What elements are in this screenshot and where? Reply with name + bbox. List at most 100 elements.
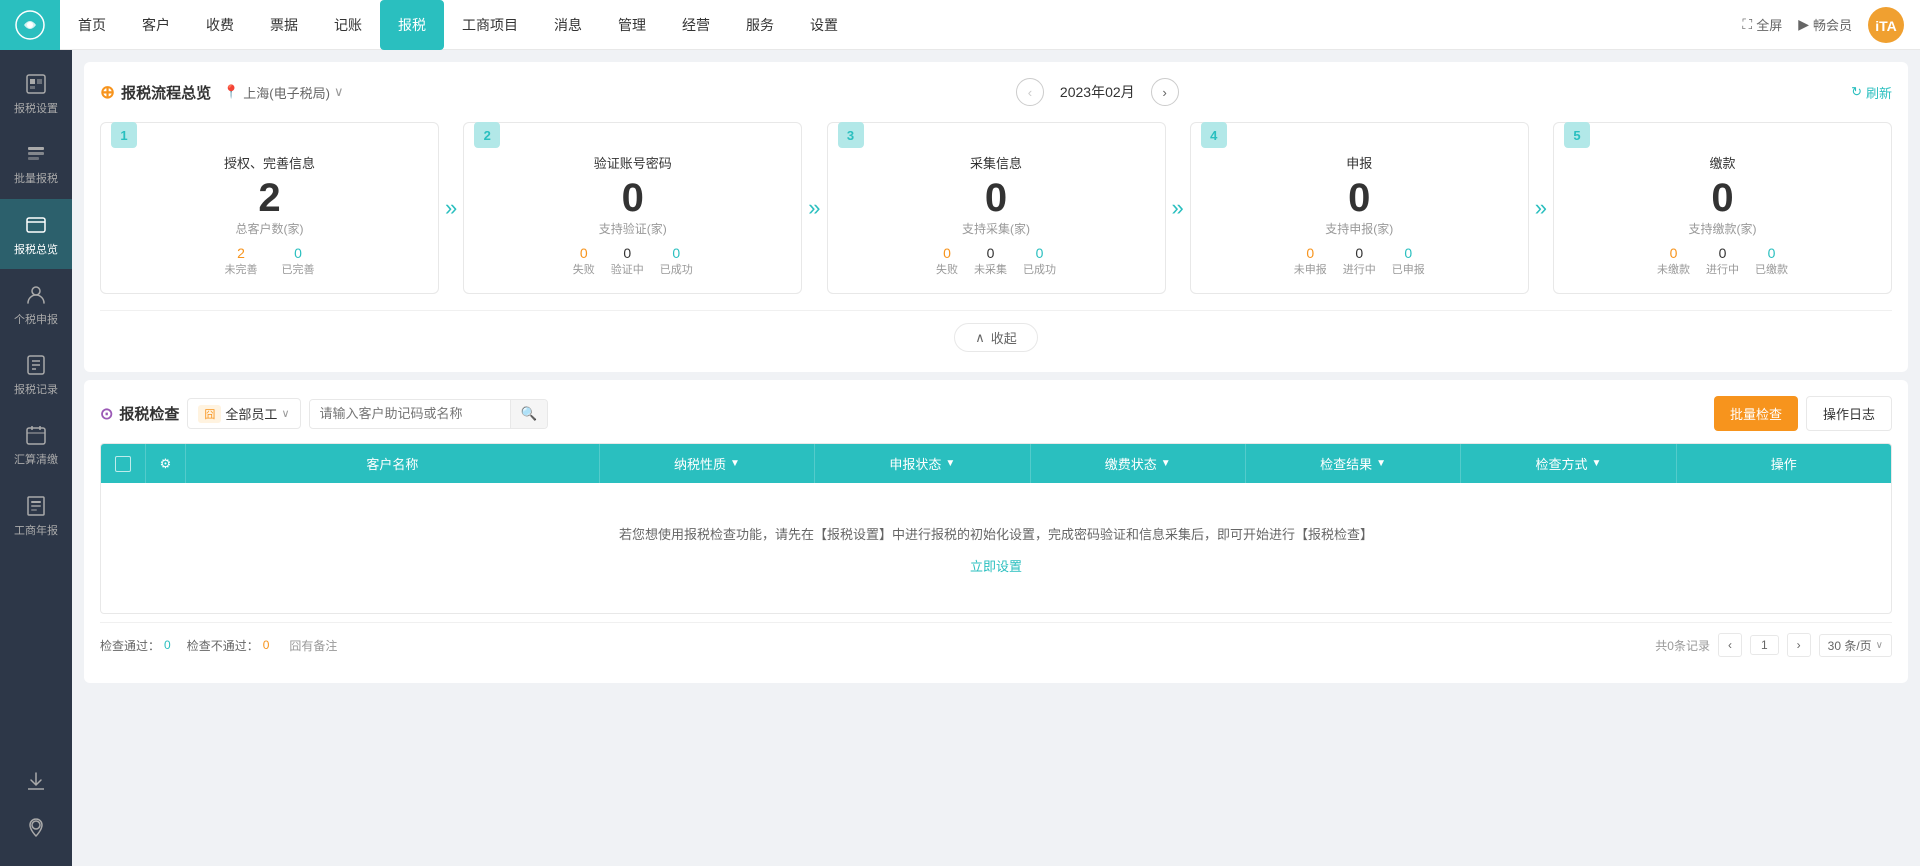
stat-2-1: 0 失败 (573, 245, 595, 277)
chevron-down-icon: ∨ (334, 84, 344, 100)
step-total-3: 支持采集(家) (840, 220, 1153, 237)
stat-label-2-2: 验证中 (611, 261, 644, 277)
nav-item-home[interactable]: 首页 (60, 0, 124, 50)
logo-icon (14, 9, 46, 41)
header-checkbox[interactable] (115, 456, 131, 472)
filter-icon-method[interactable]: ▼ (1591, 458, 1601, 469)
nav-item-commerce[interactable]: 工商项目 (444, 0, 536, 50)
stat-5-1: 0 未缴款 (1657, 245, 1690, 277)
next-page-btn[interactable]: › (1787, 633, 1811, 657)
stat-label-4-3: 已申报 (1392, 261, 1425, 277)
staff-filter[interactable]: 囧 全部员工 ∨ (187, 398, 300, 429)
filter-icon-declare[interactable]: ▼ (945, 458, 955, 469)
sidebar-item-annual-settle[interactable]: 汇算清缴 (0, 409, 72, 479)
nav-item-invoice[interactable]: 票据 (252, 0, 316, 50)
stat-4-3: 0 已申报 (1392, 245, 1425, 277)
sidebar-item-batch-tax[interactable]: 批量报税 (0, 128, 72, 198)
th-checkbox (101, 444, 145, 483)
prev-month-btn[interactable]: ‹ (1016, 78, 1044, 106)
batch-check-btn[interactable]: 批量检查 (1714, 396, 1798, 431)
table-container: ⚙ 客户名称 纳税性质 ▼ 申报状态 ▼ 缴费状态 ▼ (100, 443, 1892, 614)
step-arrow-2: » (802, 122, 826, 294)
nav-item-customer[interactable]: 客户 (124, 0, 188, 50)
content-area: ⊕ 报税流程总览 📍 上海(电子税局) ∨ ‹ 2023年02月 › ↻ 刷新 (72, 50, 1920, 866)
sidebar-item-tax-settings[interactable]: 报税设置 (0, 58, 72, 128)
step-count-3: 0 (840, 176, 1153, 220)
step-card-1: 1 授权、完善信息 2 总客户数(家) 2 未完善 0 已完善 (100, 122, 439, 294)
sidebar-label-batch-tax: 批量报税 (14, 172, 58, 186)
stat-num-4-3: 0 (1392, 245, 1425, 261)
nav-item-message[interactable]: 消息 (536, 0, 600, 50)
collapse-btn[interactable]: ∧ 收起 (954, 323, 1038, 352)
check-pass-count[interactable]: 0 (164, 638, 171, 652)
nav-item-service[interactable]: 服务 (728, 0, 792, 50)
step-stats-3: 0 失败 0 未采集 0 已成功 (840, 245, 1153, 277)
step-arrow-3: » (1166, 122, 1190, 294)
stat-label-2-3: 已成功 (660, 261, 693, 277)
step-count-1: 2 (113, 176, 426, 220)
process-overview-card: ⊕ 报税流程总览 📍 上海(电子税局) ∨ ‹ 2023年02月 › ↻ 刷新 (84, 62, 1908, 372)
empty-link-setup[interactable]: 立即设置 (970, 556, 1022, 575)
step-card-2: 2 验证账号密码 0 支持验证(家) 0 失败 0 验证中 (463, 122, 802, 294)
per-page-select[interactable]: 30 条/页 ∨ (1819, 634, 1892, 657)
collapse-label: 收起 (991, 328, 1017, 347)
fullscreen-icon: ⛶ (1742, 16, 1752, 33)
sidebar-item-tax-record[interactable]: 报税记录 (0, 339, 72, 409)
batch-tax-icon (22, 140, 50, 168)
step-num-4: 4 (1201, 122, 1227, 148)
stat-label-4-1: 未申报 (1294, 261, 1327, 277)
staff-tag: 囧 (198, 405, 221, 423)
th-customer-name: 客户名称 (185, 444, 599, 483)
main-layout: 报税设置 批量报税 报税总览 个税申报 报税记录 (0, 50, 1920, 866)
stat-num-5-2: 0 (1706, 245, 1739, 261)
filter-icon-result[interactable]: ▼ (1376, 458, 1386, 469)
tax-record-icon (22, 351, 50, 379)
sidebar-item-download[interactable] (0, 758, 72, 804)
table-header: ⚙ 客户名称 纳税性质 ▼ 申报状态 ▼ 缴费状态 ▼ (101, 444, 1891, 483)
prev-page-btn[interactable]: ‹ (1718, 633, 1742, 657)
step-num-2: 2 (474, 122, 500, 148)
stat-label-3-3: 已成功 (1023, 261, 1056, 277)
collapse-bar: ∧ 收起 (100, 310, 1892, 356)
current-month: 2023年02月 (1060, 82, 1135, 102)
location-tag[interactable]: 📍 上海(电子税局) ∨ (223, 83, 343, 102)
avatar[interactable]: iTA (1868, 7, 1904, 43)
stat-1-1: 2 未完善 (225, 245, 258, 277)
sidebar-item-tax-overview[interactable]: 报税总览 (0, 199, 72, 269)
sidebar-item-location[interactable] (0, 804, 72, 850)
sidebar-item-personal-tax[interactable]: 个税申报 (0, 269, 72, 339)
empty-message: 若您想使用报税检查功能，请先在【报税设置】中进行报税的初始化设置，完成密码验证和… (619, 522, 1373, 548)
nav-item-manage[interactable]: 管理 (600, 0, 664, 50)
next-month-btn[interactable]: › (1151, 78, 1179, 106)
refresh-btn[interactable]: ↻ 刷新 (1851, 83, 1892, 102)
check-fail-count[interactable]: 0 (263, 638, 270, 652)
nav-item-tax[interactable]: 报税 (380, 0, 444, 50)
step-stats-2: 0 失败 0 验证中 0 已成功 (476, 245, 789, 277)
nav-item-operation[interactable]: 经营 (664, 0, 728, 50)
vip-btn[interactable]: ▶ 畅会员 (1798, 15, 1852, 34)
check-title: ⊙ 报税检查 (100, 403, 179, 424)
stat-4-1: 0 未申报 (1294, 245, 1327, 277)
search-input[interactable] (310, 400, 510, 427)
fullscreen-btn[interactable]: ⛶ 全屏 (1742, 15, 1782, 34)
nav-item-settings[interactable]: 设置 (792, 0, 856, 50)
search-box: 🔍 (309, 399, 549, 429)
location-pin-icon: 📍 (223, 84, 239, 100)
stat-label-5-3: 已缴款 (1755, 261, 1788, 277)
step-count-2: 0 (476, 176, 789, 220)
gear-icon[interactable]: ⚙ (160, 456, 172, 472)
sidebar-item-annual-report[interactable]: 工商年报 (0, 480, 72, 550)
step-total-4: 支持申报(家) (1203, 220, 1516, 237)
step-count-5: 0 (1566, 176, 1879, 220)
filter-icon-tax-type[interactable]: ▼ (730, 458, 740, 469)
search-btn[interactable]: 🔍 (510, 400, 548, 428)
th-tax-type: 纳税性质 ▼ (599, 444, 814, 483)
nav-item-fee[interactable]: 收费 (188, 0, 252, 50)
personal-tax-icon (22, 281, 50, 309)
filter-icon-pay[interactable]: ▼ (1161, 458, 1171, 469)
nav-item-accounting[interactable]: 记账 (316, 0, 380, 50)
current-page: 1 (1750, 635, 1779, 655)
action-buttons: 批量检查 操作日志 (1714, 396, 1892, 431)
chevron-up-icon: ∧ (975, 330, 985, 346)
operation-log-btn[interactable]: 操作日志 (1806, 396, 1892, 431)
